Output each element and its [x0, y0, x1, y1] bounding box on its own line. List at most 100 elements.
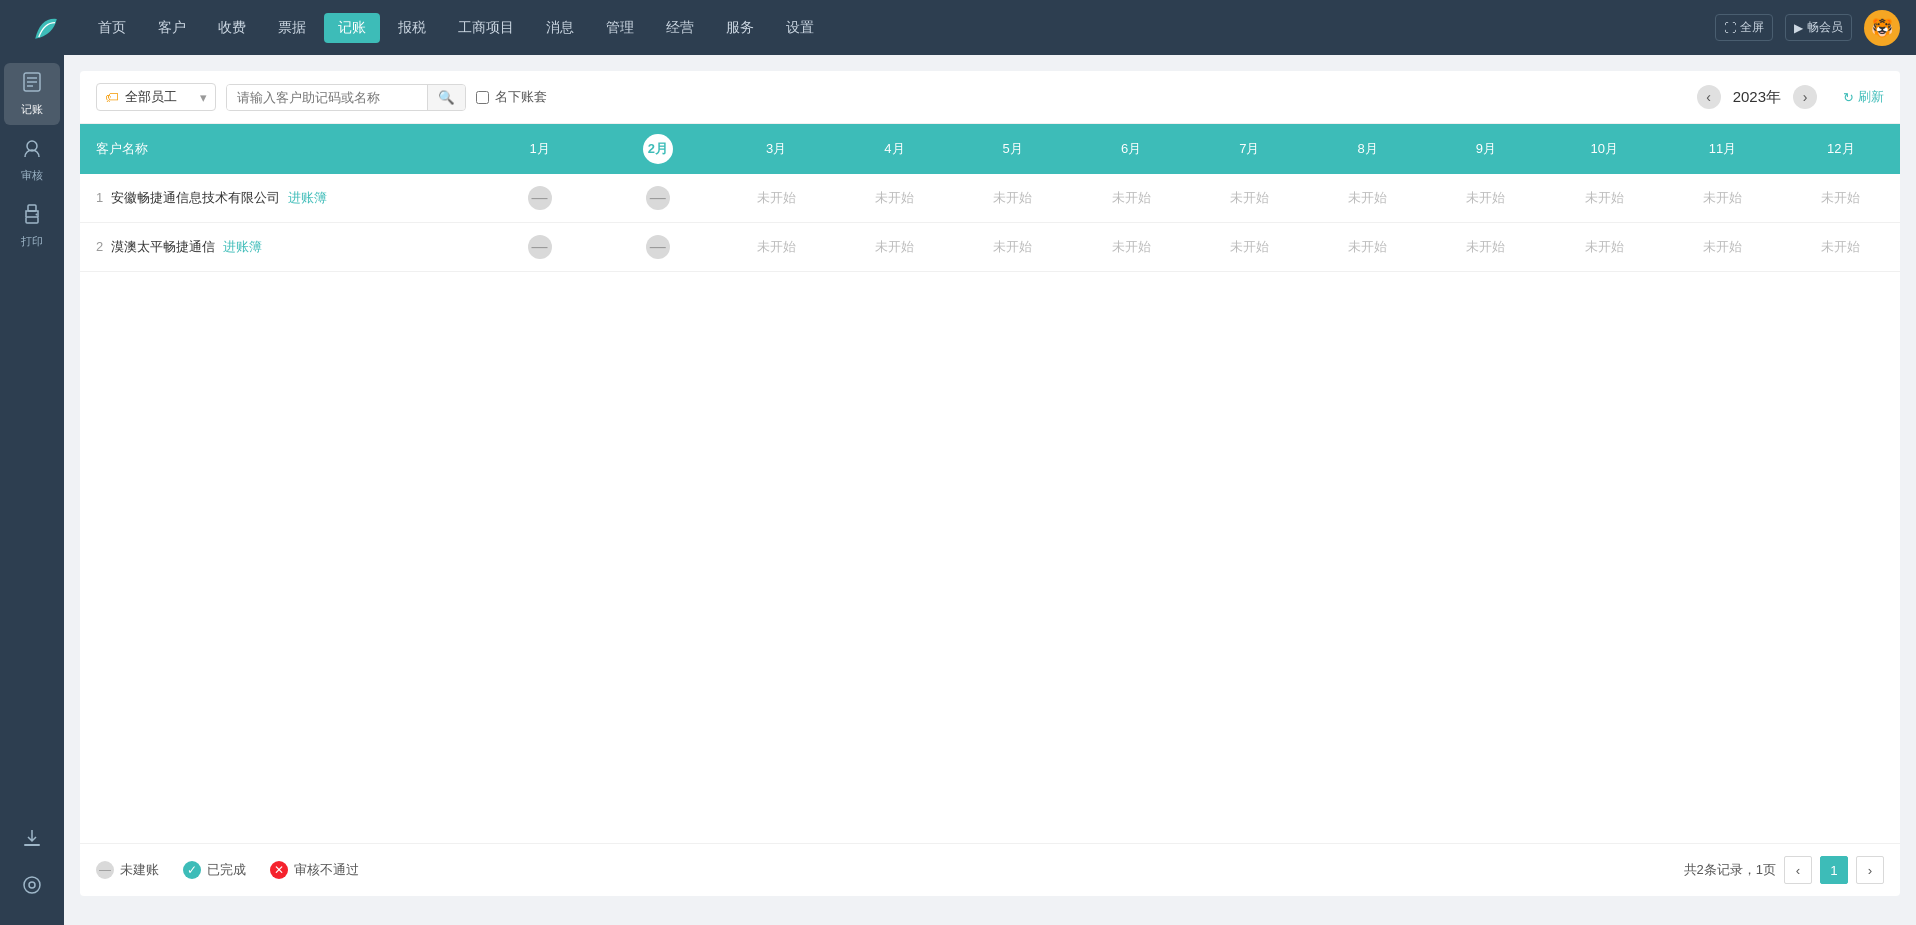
nav-fee[interactable]: 收费: [204, 13, 260, 43]
month-cell-3: 未开始: [717, 174, 835, 223]
nav-bookkeeping[interactable]: 记账: [324, 13, 380, 43]
customer-name-cell: 1 安徽畅捷通信息技术有限公司进账簿: [80, 174, 480, 223]
next-year-button[interactable]: ›: [1793, 85, 1817, 109]
table-row: 2漠澳太平畅捷通信进账簿——未开始未开始未开始未开始未开始未开始未开始未开始未开…: [80, 223, 1900, 272]
not-started-status: 未开始: [1230, 190, 1269, 205]
col-oct-header: 10月: [1545, 124, 1663, 174]
sidebar-download[interactable]: [4, 819, 60, 862]
nav-right: ⛶ 全屏 ▶ 畅会员 🐯: [1715, 10, 1900, 46]
row-number: 1: [96, 190, 103, 205]
nav-tax[interactable]: 报税: [384, 13, 440, 43]
chevron-down-icon: ▾: [200, 90, 207, 105]
row-number: 2: [96, 239, 103, 254]
user-avatar[interactable]: 🐯: [1864, 10, 1900, 46]
month-cell-12: 未开始: [1782, 174, 1900, 223]
legend-completed-label: 已完成: [207, 861, 246, 879]
month-cell-3: 未开始: [717, 223, 835, 272]
col-aug-header: 8月: [1308, 124, 1426, 174]
not-started-status: 未开始: [1703, 239, 1742, 254]
enter-ledger-link[interactable]: 进账簿: [288, 190, 327, 205]
legend-not-built-label: 未建账: [120, 861, 159, 879]
customer-name-cell: 2漠澳太平畅捷通信进账簿: [80, 223, 480, 272]
month-cell-4: 未开始: [835, 223, 953, 272]
play-icon: ▶: [1794, 21, 1803, 35]
main-table: 客户名称 1月 2月 3月 4月 5月 6月 7月 8月: [80, 124, 1900, 272]
pagination: 共2条记录，1页 ‹ 1 ›: [1684, 856, 1884, 884]
month-cell-7: 未开始: [1190, 174, 1308, 223]
col-jun-header: 6月: [1072, 124, 1190, 174]
sidebar-bookkeeping-label: 记账: [21, 102, 43, 117]
content-area: 🏷 全部员工 ▾ 🔍 名下账套 ‹ 2023年 ›: [64, 55, 1916, 925]
year-nav: ‹ 2023年 ›: [1697, 85, 1817, 109]
nav-operation[interactable]: 经营: [652, 13, 708, 43]
dash-status: —: [528, 235, 552, 259]
month-cell-2: —: [599, 174, 717, 223]
month-cell-11: 未开始: [1663, 223, 1781, 272]
not-started-status: 未开始: [993, 239, 1032, 254]
not-started-status: 未开始: [1466, 190, 1505, 205]
sidebar-item-bookkeeping[interactable]: 记账: [4, 63, 60, 125]
nav-manage[interactable]: 管理: [592, 13, 648, 43]
nav-items: 首页 客户 收费 票据 记账 报税 工商项目 消息 管理 经营 服务 设置: [84, 13, 1715, 43]
checkbox-label[interactable]: 名下账套: [476, 88, 547, 106]
month-cell-11: 未开始: [1663, 174, 1781, 223]
toolbar: 🏷 全部员工 ▾ 🔍 名下账套 ‹ 2023年 ›: [80, 71, 1900, 124]
sidebar-print-label: 打印: [21, 234, 43, 249]
month-cell-4: 未开始: [835, 174, 953, 223]
svg-rect-6: [26, 217, 38, 223]
col-nov-header: 11月: [1663, 124, 1781, 174]
month-cell-5: 未开始: [954, 174, 1072, 223]
search-input[interactable]: [227, 85, 427, 110]
not-started-status: 未开始: [1230, 239, 1269, 254]
page-1-button[interactable]: 1: [1820, 856, 1848, 884]
month-cell-10: 未开始: [1545, 223, 1663, 272]
nav-invoice[interactable]: 票据: [264, 13, 320, 43]
sidebar-item-print[interactable]: 打印: [4, 195, 60, 257]
col-may-header: 5月: [954, 124, 1072, 174]
nav-service[interactable]: 服务: [712, 13, 768, 43]
prev-year-button[interactable]: ‹: [1697, 85, 1721, 109]
fullscreen-button[interactable]: ⛶ 全屏: [1715, 14, 1773, 41]
fullscreen-icon: ⛶: [1724, 21, 1736, 35]
not-started-status: 未开始: [1112, 190, 1151, 205]
not-started-status: 未开始: [1348, 190, 1387, 205]
month-cell-1: —: [480, 174, 598, 223]
nav-customer[interactable]: 客户: [144, 13, 200, 43]
refresh-button[interactable]: ↻ 刷新: [1843, 88, 1884, 106]
col-feb-header: 2月: [599, 124, 717, 174]
col-dec-header: 12月: [1782, 124, 1900, 174]
month-cell-1: —: [480, 223, 598, 272]
table-header-row: 客户名称 1月 2月 3月 4月 5月 6月 7月 8月: [80, 124, 1900, 174]
label-icon: 🏷: [105, 89, 119, 105]
nav-settings[interactable]: 设置: [772, 13, 828, 43]
search-box: 🔍: [226, 84, 466, 111]
my-accounts-checkbox[interactable]: [476, 91, 489, 104]
month-cell-6: 未开始: [1072, 223, 1190, 272]
print-icon: [21, 203, 43, 230]
col-apr-header: 4月: [835, 124, 953, 174]
legend-teal-circle: ✓: [183, 861, 201, 879]
prev-page-button[interactable]: ‹: [1784, 856, 1812, 884]
nav-message[interactable]: 消息: [532, 13, 588, 43]
sidebar-support[interactable]: [4, 866, 60, 909]
nav-home[interactable]: 首页: [84, 13, 140, 43]
sidebar: 记账 审核 打印: [0, 55, 64, 925]
col-jul-header: 7月: [1190, 124, 1308, 174]
employee-select[interactable]: 🏷 全部员工 ▾: [96, 83, 216, 111]
legend-red-circle: ✕: [270, 861, 288, 879]
total-records: 共2条记录，1页: [1684, 861, 1776, 879]
month-cell-9: 未开始: [1427, 223, 1545, 272]
checkbox-text: 名下账套: [495, 88, 547, 106]
month-cell-2: —: [599, 223, 717, 272]
sidebar-item-review[interactable]: 审核: [4, 129, 60, 191]
member-button[interactable]: ▶ 畅会员: [1785, 14, 1852, 41]
legend-grey-circle: —: [96, 861, 114, 879]
support-icon: [21, 874, 43, 901]
download-icon: [21, 827, 43, 854]
search-button[interactable]: 🔍: [427, 85, 465, 110]
enter-ledger-link[interactable]: 进账簿: [223, 239, 262, 254]
bookkeeping-icon: [21, 71, 43, 98]
nav-business[interactable]: 工商项目: [444, 13, 528, 43]
next-page-button[interactable]: ›: [1856, 856, 1884, 884]
customer-name: 安徽畅捷通信息技术有限公司: [111, 190, 280, 205]
